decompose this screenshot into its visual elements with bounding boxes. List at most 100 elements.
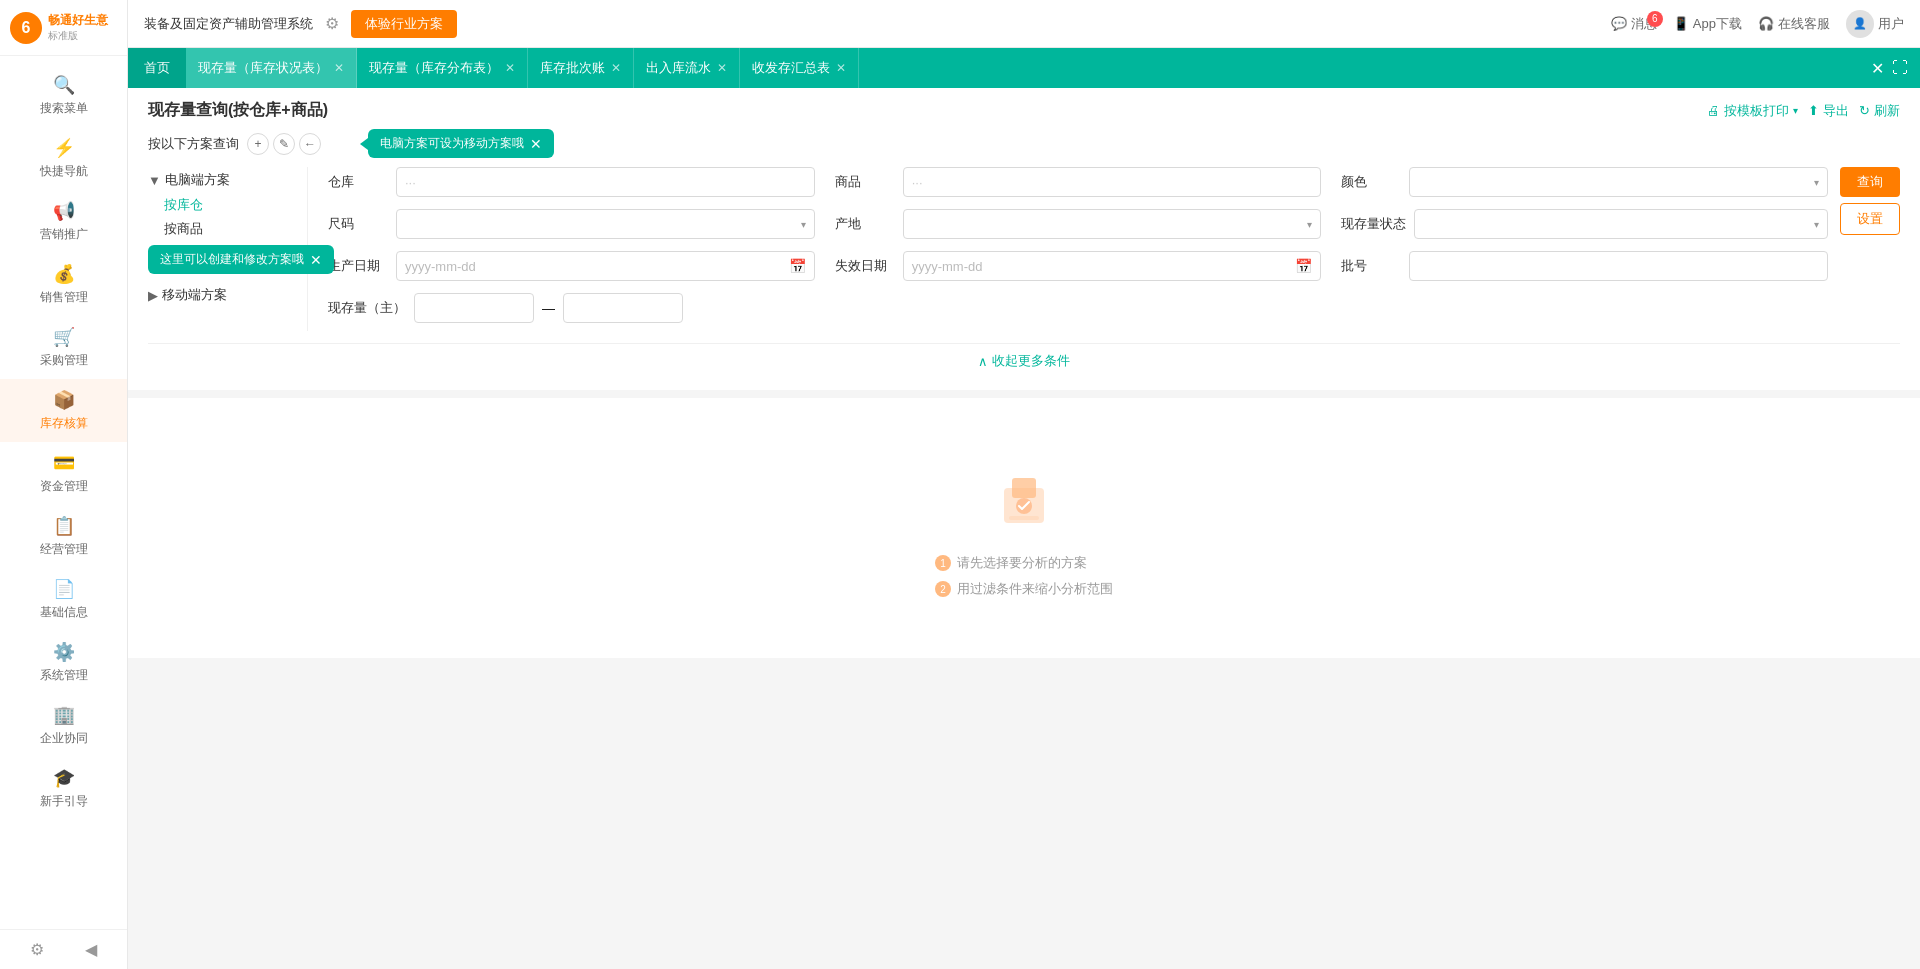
expiry-date-value: yyyy-mm-dd — [912, 259, 983, 274]
settings-bottom-icon[interactable]: ⚙ — [30, 940, 44, 959]
online-support-item[interactable]: 🎧 在线客服 — [1758, 15, 1830, 33]
search-button[interactable]: 查询 — [1840, 167, 1900, 197]
print-template-btn[interactable]: 🖨 按模板打印 ▾ — [1707, 102, 1798, 120]
tab-in-out-flow[interactable]: 出入库流水 ✕ — [634, 48, 740, 88]
tab-batch-ledger[interactable]: 库存批次账 ✕ — [528, 48, 634, 88]
collapse-sidebar-icon[interactable]: ◀ — [85, 940, 97, 959]
sidebar-item-enterprise[interactable]: 🏢 企业协同 — [0, 694, 127, 757]
tab-inventory-status-close[interactable]: ✕ — [334, 61, 344, 75]
back-scheme-btn[interactable]: ← — [299, 133, 321, 155]
tab-inventory-status[interactable]: 现存量（库存状况表） ✕ — [186, 48, 357, 88]
sidebar-item-guide[interactable]: 🎓 新手引导 — [0, 757, 127, 820]
tab-collect-report-label: 收发存汇总表 — [752, 59, 830, 77]
tab-expand-icon[interactable]: ⛶ — [1892, 59, 1908, 77]
message-badge: 6 — [1647, 11, 1663, 27]
sidebar-item-operation[interactable]: 📋 经营管理 — [0, 505, 127, 568]
tooltip-create-scheme: 这里可以创建和修改方案哦 ✕ — [148, 245, 334, 274]
page-actions: 🖨 按模板打印 ▾ ⬆ 导出 ↻ 刷新 — [1707, 102, 1900, 120]
avatar-initial: 👤 — [1853, 17, 1867, 30]
stock-status-label: 现存量状态 — [1341, 215, 1406, 233]
product-input[interactable]: ··· — [903, 167, 1322, 197]
production-date-input[interactable]: yyyy-mm-dd 📅 — [396, 251, 815, 281]
refresh-icon: ↻ — [1859, 103, 1870, 118]
filter-title: 按以下方案查询 — [148, 135, 239, 153]
message-item[interactable]: 💬 消息 6 — [1611, 15, 1657, 33]
print-template-label: 按模板打印 — [1724, 102, 1789, 120]
tab-collect-report[interactable]: 收发存汇总表 ✕ — [740, 48, 859, 88]
tab-batch-ledger-close[interactable]: ✕ — [611, 61, 621, 75]
tooltip-arrow — [360, 138, 368, 150]
edit-scheme-btn[interactable]: ✎ — [273, 133, 295, 155]
sidebar-item-purchase-label: 采购管理 — [40, 352, 88, 369]
mobile-scheme-row[interactable]: ▶ 移动端方案 — [148, 282, 299, 308]
form-row3: 生产日期 yyyy-mm-dd 📅 失效日期 yyyy-mm-dd 📅 — [328, 251, 1828, 281]
marketing-icon: 📢 — [53, 200, 75, 222]
sidebar-item-search[interactable]: 🔍 搜索菜单 — [0, 64, 127, 127]
scheme-item-warehouse[interactable]: 按库仓 — [164, 193, 299, 217]
main-area: 装备及固定资产辅助管理系统 ⚙ 体验行业方案 💬 消息 6 📱 App下载 🎧 … — [128, 0, 1920, 969]
origin-select[interactable]: ▾ — [903, 209, 1322, 239]
size-select[interactable]: ▾ — [396, 209, 815, 239]
enterprise-icon: 🏢 — [53, 704, 75, 726]
desktop-scheme-row[interactable]: ▼ 电脑端方案 — [148, 167, 299, 193]
stock-status-select[interactable]: ▾ — [1414, 209, 1828, 239]
sidebar: 6 畅通好生意 标准版 🔍 搜索菜单 ⚡ 快捷导航 📢 营销推广 💰 销售管理 … — [0, 0, 128, 969]
stock-main-from[interactable] — [414, 293, 534, 323]
message-icon: 💬 — [1611, 16, 1627, 31]
tooltip1-close[interactable]: ✕ — [530, 136, 542, 152]
sidebar-item-system[interactable]: ⚙️ 系统管理 — [0, 631, 127, 694]
tab-home[interactable]: 首页 — [128, 48, 186, 88]
brand-name: 畅通好生意 — [48, 13, 108, 29]
page-header: 现存量查询(按仓库+商品) 🖨 按模板打印 ▾ ⬆ 导出 ↻ 刷新 — [128, 88, 1920, 121]
sidebar-item-search-label: 搜索菜单 — [40, 100, 88, 117]
tab-inventory-dist-close[interactable]: ✕ — [505, 61, 515, 75]
tab-close-all-icon[interactable]: ✕ — [1871, 59, 1884, 78]
stock-main-label: 现存量（主） — [328, 299, 406, 317]
sidebar-item-marketing[interactable]: 📢 营销推广 — [0, 190, 127, 253]
sidebar-item-inventory[interactable]: 📦 库存核算 — [0, 379, 127, 442]
headset-icon: 🎧 — [1758, 16, 1774, 31]
printer-icon: 🖨 — [1707, 103, 1720, 118]
sidebar-item-finance[interactable]: 💳 资金管理 — [0, 442, 127, 505]
production-date-calendar-icon[interactable]: 📅 — [789, 258, 806, 274]
tab-inventory-dist[interactable]: 现存量（库存分布表） ✕ — [357, 48, 528, 88]
basic-icon: 📄 — [53, 578, 75, 600]
sidebar-item-basic[interactable]: 📄 基础信息 — [0, 568, 127, 631]
refresh-btn[interactable]: ↻ 刷新 — [1859, 102, 1900, 120]
settings-button[interactable]: 设置 — [1840, 203, 1900, 235]
online-support-label: 在线客服 — [1778, 15, 1830, 33]
system-icon: ⚙️ — [53, 641, 75, 663]
user-item[interactable]: 👤 用户 — [1846, 10, 1904, 38]
sidebar-item-quick-label: 快捷导航 — [40, 163, 88, 180]
content-area: 现存量查询(按仓库+商品) 🖨 按模板打印 ▾ ⬆ 导出 ↻ 刷新 — [128, 88, 1920, 969]
tab-collect-report-close[interactable]: ✕ — [836, 61, 846, 75]
product-label: 商品 — [835, 173, 895, 191]
sidebar-item-inventory-label: 库存核算 — [40, 415, 88, 432]
sidebar-item-quick[interactable]: ⚡ 快捷导航 — [0, 127, 127, 190]
refresh-label: 刷新 — [1874, 102, 1900, 120]
export-btn[interactable]: ⬆ 导出 — [1808, 102, 1849, 120]
warehouse-input[interactable]: ··· — [396, 167, 815, 197]
expiry-date-label: 失效日期 — [835, 257, 895, 275]
svg-rect-3 — [1009, 516, 1039, 520]
app-download-item[interactable]: 📱 App下载 — [1673, 15, 1742, 33]
stock-main-to[interactable] — [563, 293, 683, 323]
expiry-date-input[interactable]: yyyy-mm-dd 📅 — [903, 251, 1322, 281]
svg-rect-1 — [1012, 478, 1036, 498]
settings-gear-icon[interactable]: ⚙ — [325, 14, 339, 33]
color-label: 颜色 — [1341, 173, 1401, 191]
tooltip2-close[interactable]: ✕ — [310, 252, 322, 268]
form-row4: 现存量（主） — — [328, 293, 1828, 323]
tab-in-out-flow-close[interactable]: ✕ — [717, 61, 727, 75]
collapse-more-btn[interactable]: ∧ 收起更多条件 — [148, 343, 1900, 378]
tab-inventory-dist-label: 现存量（库存分布表） — [369, 59, 499, 77]
scheme-item-product[interactable]: 按商品 — [164, 217, 299, 241]
sidebar-item-purchase[interactable]: 🛒 采购管理 — [0, 316, 127, 379]
quick-icon: ⚡ — [53, 137, 75, 159]
color-select[interactable]: ▾ — [1409, 167, 1828, 197]
batch-input[interactable] — [1409, 251, 1828, 281]
add-scheme-btn[interactable]: + — [247, 133, 269, 155]
expiry-date-calendar-icon[interactable]: 📅 — [1295, 258, 1312, 274]
sidebar-item-sales[interactable]: 💰 销售管理 — [0, 253, 127, 316]
industry-plan-button[interactable]: 体验行业方案 — [351, 10, 457, 38]
